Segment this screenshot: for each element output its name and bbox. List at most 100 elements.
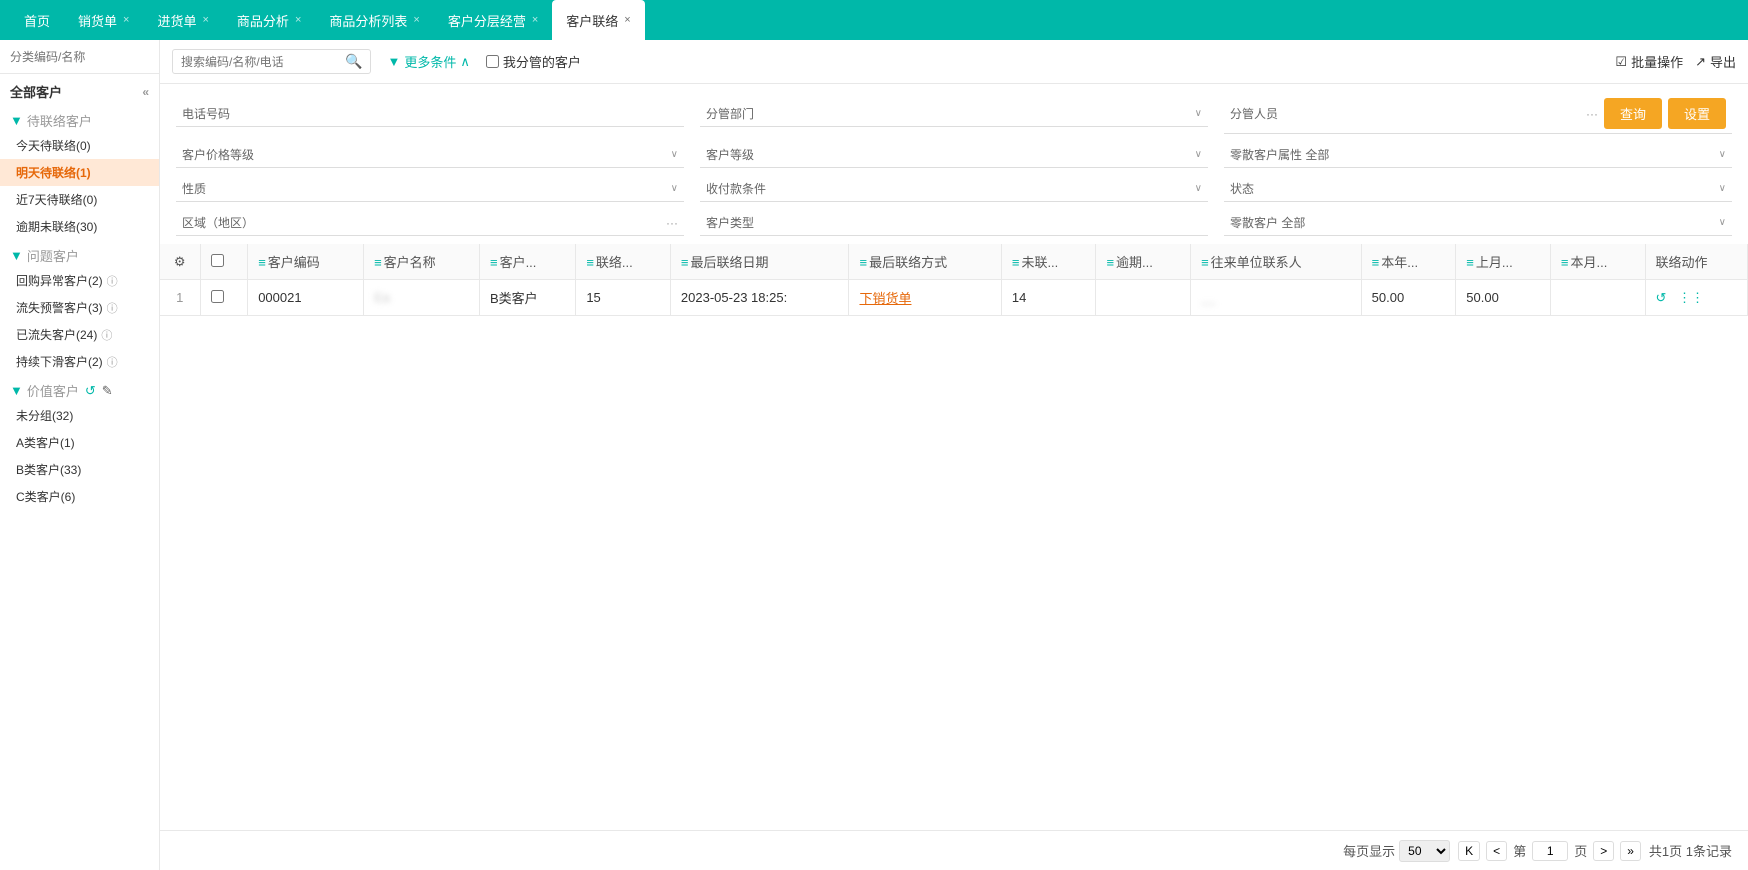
top-nav: 首页 销货单 × 进货单 × 商品分析 × 商品分析列表 × 客户分层经营 × … [0, 0, 1748, 40]
next-page-button[interactable]: > [1593, 841, 1614, 861]
close-icon[interactable]: × [624, 14, 630, 26]
nav-home[interactable]: 首页 [10, 0, 64, 40]
action-icon-1[interactable]: ↺ [1656, 290, 1667, 305]
filter-scatter-attr[interactable]: 零散客户属性 全部 ∨ [1224, 142, 1732, 168]
cell-last-contact-method[interactable]: 下销货单 [849, 280, 1001, 316]
col-name[interactable]: ≡客户名称 [364, 244, 480, 280]
page-size-select[interactable]: 50 10 20 100 [1399, 840, 1450, 862]
cell-code: 000021 [248, 280, 364, 316]
cell-unit-contact: __ [1191, 280, 1362, 316]
row-checkbox[interactable] [211, 290, 224, 303]
total-records: 共1页 1条记录 [1649, 841, 1732, 860]
all-customers-header: 全部客户 « [0, 74, 159, 105]
col-last-month[interactable]: ≡上月... [1456, 244, 1551, 280]
page-input[interactable] [1532, 841, 1568, 861]
chevron-down-icon: ∨ [1719, 183, 1726, 194]
col-checkbox[interactable] [200, 244, 248, 280]
close-icon[interactable]: × [532, 14, 538, 26]
col-this-month[interactable]: ≡本月... [1550, 244, 1645, 280]
sidebar-search-input[interactable] [10, 50, 160, 64]
cell-customer-type: B类客户 [479, 280, 575, 316]
cell-actions[interactable]: ↺ ⋮⋮ [1645, 280, 1748, 316]
col-this-year[interactable]: ≡本年... [1361, 244, 1456, 280]
my-customers-checkbox-label[interactable]: 我分管的客户 [486, 52, 581, 71]
sidebar-item-declining[interactable]: 持续下滑客户(2) ⓘ [0, 348, 159, 375]
nav-product-analysis[interactable]: 商品分析 × [223, 0, 315, 40]
main-layout: 🔍 全部客户 « ▼ 待联络客户 今天待联络(0) 明天待联络(1) 近7天待联… [0, 40, 1748, 870]
col-settings[interactable]: ⚙ [160, 244, 200, 280]
chevron-down-icon: ∨ [671, 183, 678, 194]
col-customer-type[interactable]: ≡客户... [479, 244, 575, 280]
edit-icon[interactable]: ✎ [102, 383, 113, 399]
filter-nature[interactable]: 性质 ∨ [176, 176, 684, 202]
col-unit-contact[interactable]: ≡往来单位联系人 [1191, 244, 1362, 280]
nav-product-list[interactable]: 商品分析列表 × [315, 0, 433, 40]
nav-purchase[interactable]: 进货单 × [143, 0, 222, 40]
sidebar-item-7days[interactable]: 近7天待联络(0) [0, 186, 159, 213]
sidebar-item-ungrouped[interactable]: 未分组(32) [0, 402, 159, 429]
filter-row-4: 区域（地区） ··· 客户类型 零散客户 全部 ∨ [176, 210, 1732, 236]
first-page-button[interactable]: K [1458, 841, 1480, 861]
chevron-down-icon: ∨ [1195, 183, 1202, 194]
sidebar-item-churned[interactable]: 已流失客户(24) ⓘ [0, 321, 159, 348]
more-filter-button[interactable]: ▼ 更多条件 ∧ [379, 48, 477, 75]
sidebar-item-today[interactable]: 今天待联络(0) [0, 132, 159, 159]
filter-person[interactable]: 分管人员 ··· 查询 设置 [1224, 94, 1732, 134]
filter-dept[interactable]: 分管部门 ∨ [700, 101, 1208, 127]
col-code[interactable]: ≡客户编码 [248, 244, 364, 280]
col-last-contact-method[interactable]: ≡最后联络方式 [849, 244, 1001, 280]
reset-button[interactable]: 设置 [1668, 98, 1726, 129]
filter-phone: 电话号码 [176, 101, 684, 127]
filter-customer-level[interactable]: 客户等级 ∨ [700, 142, 1208, 168]
search-submit-icon[interactable]: 🔍 [345, 53, 362, 70]
sidebar-item-churn-warning[interactable]: 流失预警客户(3) ⓘ [0, 294, 159, 321]
last-page-button[interactable]: » [1620, 841, 1641, 861]
filter-payment[interactable]: 收付款条件 ∨ [700, 176, 1208, 202]
nav-customer-contact[interactable]: 客户联络 × [552, 0, 644, 40]
sidebar-item-class-b[interactable]: B类客户(33) [0, 456, 159, 483]
cell-last-contact-date: 2023-05-23 18:25: [670, 280, 849, 316]
col-overdue[interactable]: ≡逾期... [1096, 244, 1191, 280]
action-icon-2[interactable]: ⋮⋮ [1678, 290, 1704, 305]
close-icon[interactable]: × [413, 14, 419, 26]
export-button[interactable]: ↗ 导出 [1695, 52, 1736, 71]
group-value-customers: ▼ 价值客户 ↺ ✎ [0, 375, 159, 402]
close-icon[interactable]: × [202, 14, 208, 26]
sidebar-item-overdue[interactable]: 逾期未联络(30) [0, 213, 159, 240]
nav-customer-tier[interactable]: 客户分层经营 × [434, 0, 552, 40]
filter-region[interactable]: 区域（地区） ··· [176, 210, 684, 236]
cell-this-month [1550, 280, 1645, 316]
refresh-icon[interactable]: ↺ [85, 383, 96, 399]
filter-customer-type[interactable]: 客户类型 [700, 210, 1208, 236]
filter-price-level[interactable]: 客户价格等级 ∨ [176, 142, 684, 168]
prev-page-button[interactable]: < [1486, 841, 1507, 861]
search-input[interactable] [181, 55, 341, 69]
sidebar-item-class-a[interactable]: A类客户(1) [0, 429, 159, 456]
batch-op-button[interactable]: ☑ 批量操作 [1615, 52, 1683, 71]
dots-icon[interactable]: ··· [666, 216, 678, 230]
my-customers-checkbox[interactable] [486, 55, 499, 68]
col-last-contact-date[interactable]: ≡最后联络日期 [670, 244, 849, 280]
col-uncontact[interactable]: ≡未联... [1001, 244, 1096, 280]
sidebar-item-tomorrow[interactable]: 明天待联络(1) [0, 159, 159, 186]
sidebar-item-class-c[interactable]: C类客户(6) [0, 483, 159, 510]
sidebar: 🔍 全部客户 « ▼ 待联络客户 今天待联络(0) 明天待联络(1) 近7天待联… [0, 40, 160, 870]
filter-scatter-customer[interactable]: 零散客户 全部 ∨ [1224, 210, 1732, 236]
dots-icon[interactable]: ··· [1586, 107, 1598, 121]
page-size-selector: 每页显示 50 10 20 100 [1343, 840, 1450, 862]
table-row: 1 000021 Ea B类客户 15 2023-05-23 18:25: 下销… [160, 280, 1748, 316]
chevron-down-icon: ∨ [671, 149, 678, 160]
close-icon[interactable]: × [295, 14, 301, 26]
select-all-checkbox[interactable] [211, 254, 224, 267]
cell-checkbox[interactable] [200, 280, 248, 316]
sidebar-item-repurchase-abnormal[interactable]: 回购异常客户(2) ⓘ [0, 267, 159, 294]
col-contact-count[interactable]: ≡联络... [576, 244, 671, 280]
collapse-icon[interactable]: « [142, 85, 149, 99]
group-problem-customers: ▼ 问题客户 [0, 240, 159, 267]
filter-status[interactable]: 状态 ∨ [1224, 176, 1732, 202]
close-icon[interactable]: × [123, 14, 129, 26]
query-button[interactable]: 查询 [1604, 98, 1662, 129]
content-area: 🔍 ▼ 更多条件 ∧ 我分管的客户 ☑ 批量操作 ↗ 导出 [160, 40, 1748, 870]
nav-sales[interactable]: 销货单 × [64, 0, 143, 40]
gear-icon[interactable]: ⚙ [174, 254, 186, 269]
